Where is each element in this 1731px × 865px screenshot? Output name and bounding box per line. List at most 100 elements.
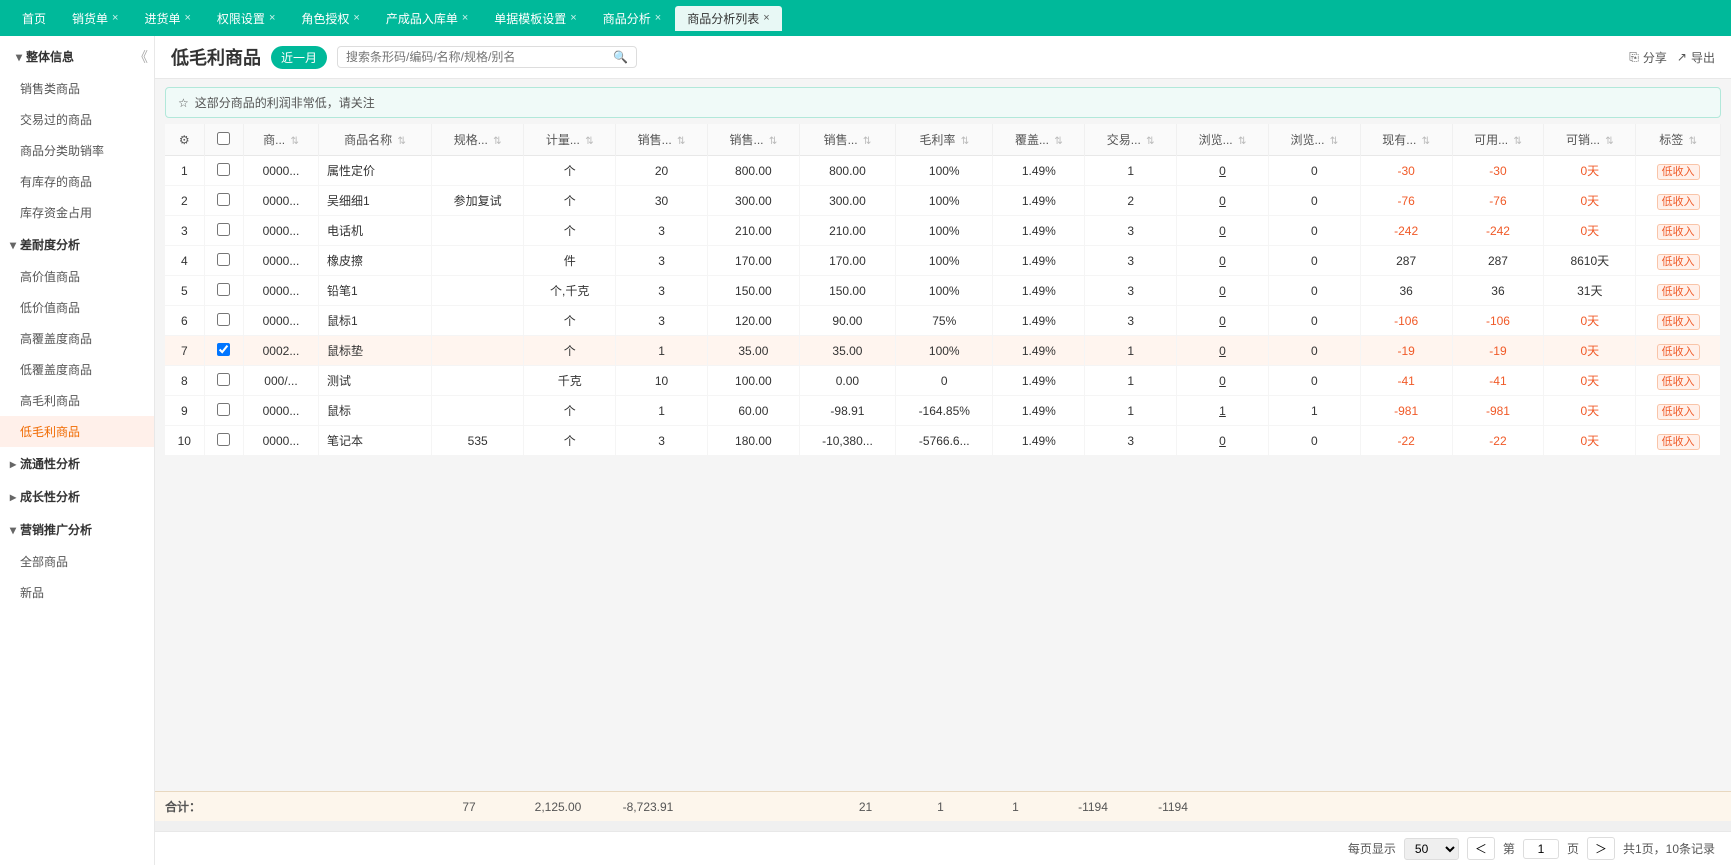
col-available[interactable]: 可用... ⇅ [1452, 124, 1544, 156]
close-icon[interactable]: × [269, 12, 275, 24]
col-current-stock[interactable]: 现有... ⇅ [1360, 124, 1452, 156]
row-browse1[interactable]: 0 [1177, 156, 1269, 186]
sidebar-item-high-margin[interactable]: 高毛利商品 [0, 385, 154, 416]
next-page-button[interactable]: ＞ [1587, 837, 1615, 860]
page-number-input[interactable] [1523, 839, 1559, 859]
sidebar-item-low-value[interactable]: 低价值商品 [0, 292, 154, 323]
col-sellable[interactable]: 可销... ⇅ [1544, 124, 1636, 156]
sidebar-item-low-coverage[interactable]: 低覆盖度商品 [0, 354, 154, 385]
col-spec[interactable]: 规格... ⇅ [432, 124, 524, 156]
sidebar-item-traded-products[interactable]: 交易过的商品 [0, 104, 154, 135]
row-unit: 个 [524, 306, 616, 336]
sidebar-section-marketing[interactable]: ▾ 营销推广分析 [0, 513, 154, 546]
search-input[interactable] [346, 50, 613, 64]
row-checkbox[interactable] [204, 186, 243, 216]
row-checkbox[interactable] [204, 276, 243, 306]
row-browse1[interactable]: 0 [1177, 426, 1269, 456]
sidebar-item-low-margin[interactable]: 低毛利商品 [0, 416, 154, 447]
row-gross-margin: 75% [896, 306, 993, 336]
row-checkbox[interactable] [204, 216, 243, 246]
close-icon[interactable]: × [763, 12, 769, 24]
row-browse1[interactable]: 0 [1177, 216, 1269, 246]
sidebar-section-flow[interactable]: ▸ 流通性分析 [0, 447, 154, 480]
col-checkbox[interactable] [204, 124, 243, 156]
row-select-checkbox[interactable] [217, 283, 230, 296]
sidebar-section-overall[interactable]: ▾ 整体信息 [6, 40, 84, 73]
col-trade-count[interactable]: 交易... ⇅ [1085, 124, 1177, 156]
row-select-checkbox[interactable] [217, 193, 230, 206]
export-button[interactable]: ↗ 导出 [1677, 49, 1715, 66]
nav-purchase-order[interactable]: 进货单 × [132, 6, 202, 31]
nav-product-in[interactable]: 产成品入库单 × [374, 6, 480, 31]
row-checkbox[interactable] [204, 366, 243, 396]
col-name[interactable]: 商品名称 ⇅ [319, 124, 432, 156]
row-browse1[interactable]: 0 [1177, 186, 1269, 216]
row-browse1[interactable]: 1 [1177, 396, 1269, 426]
nav-role-auth[interactable]: 角色授权 × [289, 6, 371, 31]
close-icon[interactable]: × [655, 12, 661, 24]
row-select-checkbox[interactable] [217, 313, 230, 326]
col-coverage[interactable]: 覆盖... ⇅ [993, 124, 1085, 156]
row-code: 0000... [243, 186, 318, 216]
row-browse1[interactable]: 0 [1177, 246, 1269, 276]
row-select-checkbox[interactable] [217, 253, 230, 266]
nav-home[interactable]: 首页 [10, 6, 58, 31]
date-filter-button[interactable]: 近一月 [271, 46, 327, 69]
row-browse1[interactable]: 0 [1177, 306, 1269, 336]
close-icon[interactable]: × [184, 12, 190, 24]
row-select-checkbox[interactable] [217, 403, 230, 416]
prev-page-button[interactable]: ＜ [1467, 837, 1495, 860]
close-icon[interactable]: × [462, 12, 468, 24]
share-button[interactable]: ⎘ 分享 [1629, 49, 1667, 66]
sidebar-item-capital[interactable]: 库存资金占用 [0, 197, 154, 228]
row-checkbox[interactable] [204, 396, 243, 426]
col-sales-price[interactable]: 销售... ⇅ [707, 124, 799, 156]
nav-permissions[interactable]: 权限设置 × [205, 6, 287, 31]
row-browse1[interactable]: 0 [1177, 336, 1269, 366]
sidebar-item-sales-products[interactable]: 销售类商品 [0, 73, 154, 104]
row-browse1[interactable]: 0 [1177, 276, 1269, 306]
col-sales-amount[interactable]: 销售... ⇅ [799, 124, 895, 156]
nav-template[interactable]: 单据模板设置 × [482, 6, 588, 31]
row-select-checkbox[interactable] [217, 373, 230, 386]
row-select-checkbox[interactable] [217, 163, 230, 176]
bottom-scroll[interactable] [155, 821, 1731, 831]
sidebar-item-all-products[interactable]: 全部商品 [0, 546, 154, 577]
per-page-select[interactable]: 50 100 200 [1404, 838, 1459, 860]
row-browse1[interactable]: 0 [1177, 366, 1269, 396]
col-code[interactable]: 商... ⇅ [243, 124, 318, 156]
row-select-checkbox[interactable] [217, 433, 230, 446]
row-select-checkbox[interactable] [217, 343, 230, 356]
row-coverage: 1.49% [993, 336, 1085, 366]
col-unit[interactable]: 计量... ⇅ [524, 124, 616, 156]
sidebar-section-diff[interactable]: ▾ 差耐度分析 [0, 228, 154, 261]
sidebar-collapse-btn[interactable]: 《 [134, 47, 148, 67]
sidebar-section-growth[interactable]: ▸ 成长性分析 [0, 480, 154, 513]
total-available: -1194 [1133, 800, 1213, 814]
sidebar-item-stock-products[interactable]: 有库存的商品 [0, 166, 154, 197]
close-icon[interactable]: × [112, 12, 118, 24]
col-browse2[interactable]: 浏览... ⇅ [1268, 124, 1360, 156]
col-setting[interactable]: ⚙ [165, 124, 204, 156]
close-icon[interactable]: × [570, 12, 576, 24]
row-select-checkbox[interactable] [217, 223, 230, 236]
row-checkbox[interactable] [204, 306, 243, 336]
table-wrapper[interactable]: ⚙ 商... ⇅ 商品名称 ⇅ 规格... ⇅ 计量... ⇅ 销售... ⇅ … [155, 124, 1731, 791]
nav-sales-order[interactable]: 销货单 × [60, 6, 130, 31]
row-checkbox[interactable] [204, 156, 243, 186]
row-checkbox[interactable] [204, 246, 243, 276]
col-browse1[interactable]: 浏览... ⇅ [1177, 124, 1269, 156]
sidebar-item-category-rate[interactable]: 商品分类助销率 [0, 135, 154, 166]
nav-product-analysis[interactable]: 商品分析 × [591, 6, 673, 31]
sidebar-item-high-value[interactable]: 高价值商品 [0, 261, 154, 292]
nav-product-analysis-list[interactable]: 商品分析列表 × [675, 6, 781, 31]
col-sales-qty[interactable]: 销售... ⇅ [616, 124, 708, 156]
sidebar-item-new-products[interactable]: 新品 [0, 577, 154, 608]
col-gross-margin[interactable]: 毛利率 ⇅ [896, 124, 993, 156]
close-icon[interactable]: × [353, 12, 359, 24]
select-all-checkbox[interactable] [217, 132, 230, 145]
row-checkbox[interactable] [204, 336, 243, 366]
col-tag[interactable]: 标签 ⇅ [1636, 124, 1721, 156]
sidebar-item-high-coverage[interactable]: 高覆盖度商品 [0, 323, 154, 354]
row-checkbox[interactable] [204, 426, 243, 456]
